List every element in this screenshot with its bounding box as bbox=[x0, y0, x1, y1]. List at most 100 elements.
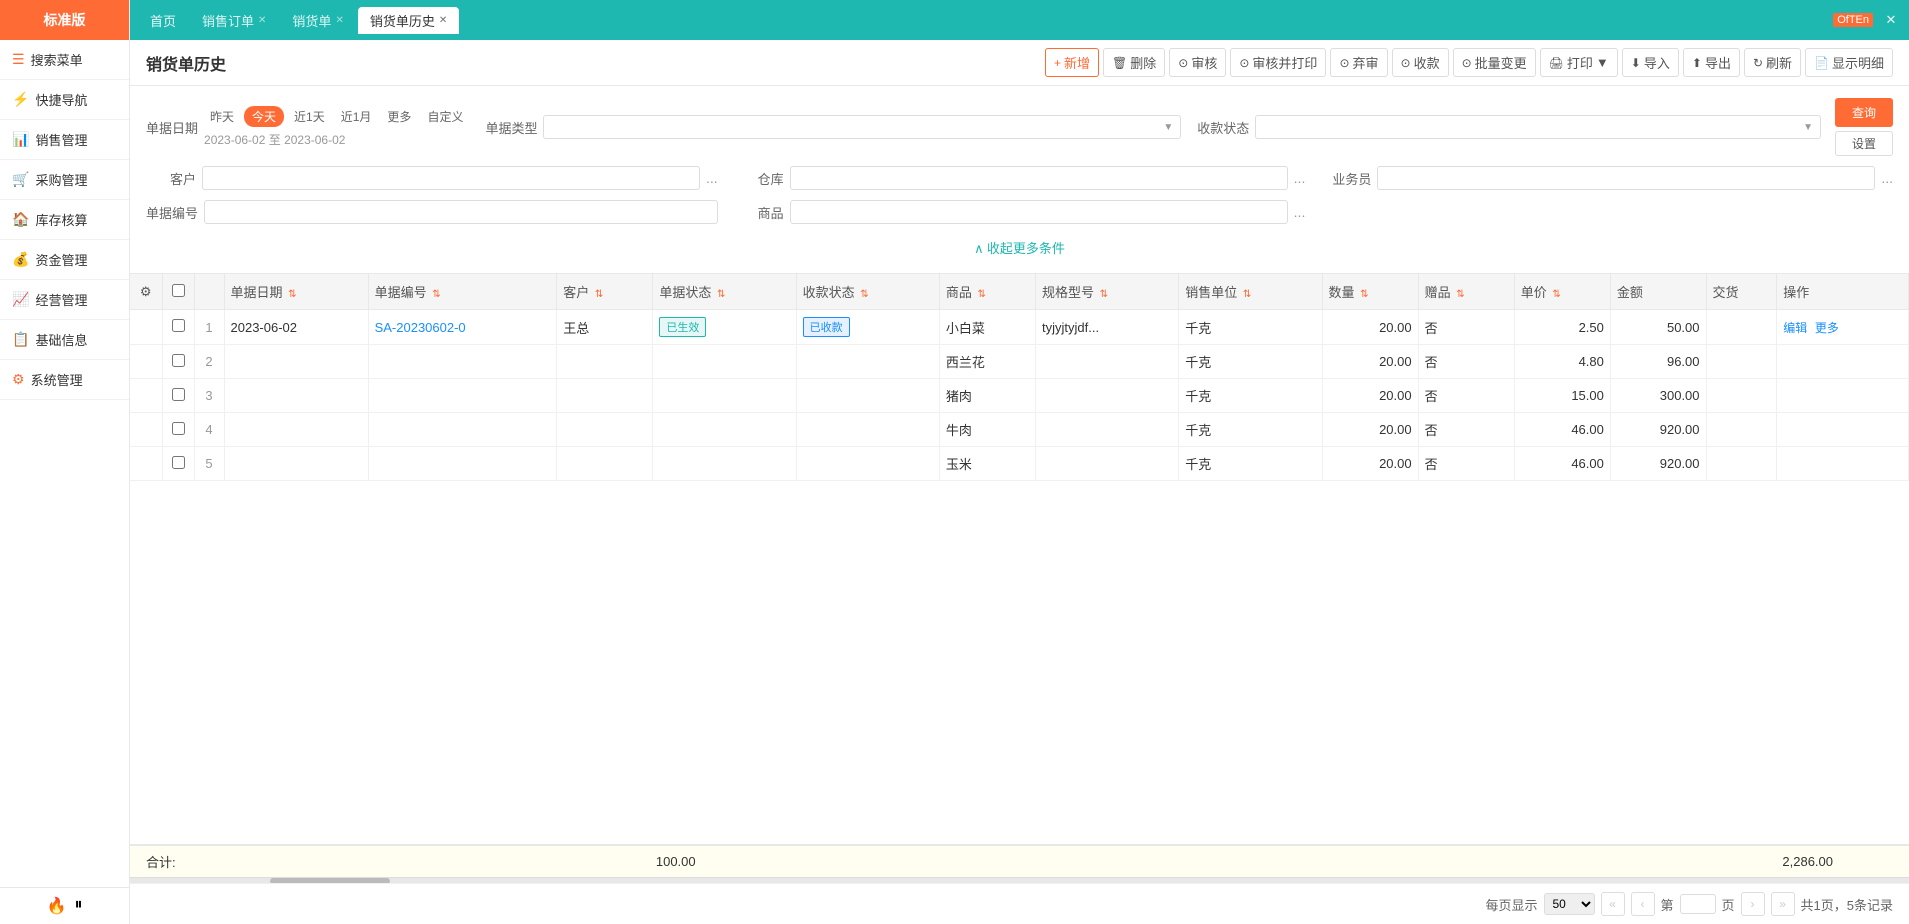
col-doc-date[interactable]: 单据日期 ⇅ bbox=[224, 274, 368, 310]
receive-button[interactable]: ⊙ 收款 bbox=[1392, 48, 1449, 77]
col-quantity[interactable]: 数量 ⇅ bbox=[1322, 274, 1418, 310]
col-gift[interactable]: 赠品 ⇅ bbox=[1418, 274, 1514, 310]
show-detail-button[interactable]: 📄 显示明细 bbox=[1805, 48, 1893, 77]
row-num-cell: 4 bbox=[194, 413, 224, 447]
sort-spec-icon: ⇅ bbox=[1100, 289, 1108, 300]
pause-icon[interactable]: ⏸ bbox=[74, 896, 82, 916]
date-custom[interactable]: 自定义 bbox=[421, 106, 469, 127]
import-button[interactable]: ⬇ 导入 bbox=[1622, 48, 1679, 77]
abandon-button[interactable]: ⊙ 弃审 bbox=[1330, 48, 1387, 77]
row-checkbox[interactable] bbox=[172, 456, 185, 469]
customer-input[interactable] bbox=[202, 166, 700, 190]
sidebar-item-basic-info[interactable]: 📋 基础信息 bbox=[0, 320, 129, 360]
settings-cell bbox=[130, 379, 162, 413]
doc-type-label: 单据类型 bbox=[485, 118, 537, 137]
amount-cell: 920.00 bbox=[1610, 447, 1706, 481]
window-close-button[interactable]: ✕ bbox=[1881, 10, 1901, 30]
table-body: 1 2023-06-02 SA-20230602-0 王总 已生效 已收款 小白… bbox=[130, 310, 1909, 481]
sidebar-item-operations[interactable]: 📈 经营管理 bbox=[0, 280, 129, 320]
fire-icon[interactable]: 🔥 bbox=[47, 896, 67, 916]
checkbox-cell bbox=[162, 345, 194, 379]
doc-type-select[interactable] bbox=[543, 115, 1181, 139]
refresh-button[interactable]: ↻ 刷新 bbox=[1744, 48, 1801, 77]
doc-no-input[interactable] bbox=[204, 200, 718, 224]
collapse-label: 收起更多条件 bbox=[987, 241, 1065, 256]
prev-page-button[interactable]: ‹ bbox=[1631, 892, 1655, 916]
collapse-button[interactable]: ∧ 收起更多条件 bbox=[146, 234, 1893, 261]
sales-icon: 📊 bbox=[12, 131, 29, 148]
import-label: 导入 bbox=[1644, 53, 1670, 72]
filter-doc-no: 单据编号 bbox=[146, 200, 718, 224]
tab-sales-history[interactable]: 销货单历史 ✕ bbox=[358, 7, 459, 34]
sidebar-item-label: 经营管理 bbox=[35, 290, 87, 309]
col-doc-no[interactable]: 单据编号 ⇅ bbox=[368, 274, 557, 310]
warehouse-input[interactable] bbox=[790, 166, 1288, 190]
tab-sales-delivery-close[interactable]: ✕ bbox=[335, 15, 343, 26]
query-button[interactable]: 查询 bbox=[1835, 98, 1893, 127]
filter-goods: 商品 ... bbox=[734, 200, 1306, 224]
receive-status-select[interactable] bbox=[1255, 115, 1821, 139]
col-transaction: 交货 bbox=[1706, 274, 1777, 310]
date-1month[interactable]: 近1月 bbox=[335, 106, 378, 127]
print-button[interactable]: 🖨 打印 ▼ bbox=[1540, 48, 1618, 77]
date-more[interactable]: 更多 bbox=[381, 106, 417, 127]
unit-price-cell: 15.00 bbox=[1514, 379, 1610, 413]
date-1day[interactable]: 近1天 bbox=[288, 106, 331, 127]
new-button[interactable]: + 新增 bbox=[1045, 48, 1099, 77]
col-settings[interactable]: ⚙ bbox=[130, 274, 162, 310]
sort-price-icon: ⇅ bbox=[1552, 289, 1560, 300]
per-page-select[interactable]: 50 100 200 bbox=[1544, 893, 1595, 915]
export-button[interactable]: ⬆ 导出 bbox=[1683, 48, 1740, 77]
sidebar-item-purchase-mgmt[interactable]: 🛒 采购管理 bbox=[0, 160, 129, 200]
warehouse-picker[interactable]: ... bbox=[1294, 170, 1306, 186]
sidebar-item-inventory[interactable]: 🏠 库存核算 bbox=[0, 200, 129, 240]
next-page-button[interactable]: › bbox=[1741, 892, 1765, 916]
goods-picker[interactable]: ... bbox=[1294, 204, 1306, 220]
col-doc-status[interactable]: 单据状态 ⇅ bbox=[653, 274, 796, 310]
audit-print-icon: ⊙ bbox=[1239, 56, 1249, 70]
doc-no-cell bbox=[368, 379, 557, 413]
customer-picker[interactable]: ... bbox=[706, 170, 718, 186]
more-action[interactable]: 更多 bbox=[1815, 321, 1839, 335]
tab-home[interactable]: 首页 bbox=[138, 7, 188, 34]
salesperson-picker[interactable]: ... bbox=[1881, 170, 1893, 186]
col-receive-status[interactable]: 收款状态 ⇅ bbox=[796, 274, 939, 310]
row-checkbox[interactable] bbox=[172, 388, 185, 401]
select-all-checkbox[interactable] bbox=[172, 284, 185, 297]
date-today[interactable]: 今天 bbox=[244, 106, 284, 127]
delete-button[interactable]: 🗑 删除 bbox=[1103, 48, 1165, 77]
col-unit-price[interactable]: 单价 ⇅ bbox=[1514, 274, 1610, 310]
row-checkbox[interactable] bbox=[172, 422, 185, 435]
tab-sales-order-close[interactable]: ✕ bbox=[258, 15, 266, 26]
sidebar-item-sales-mgmt[interactable]: 📊 销售管理 bbox=[0, 120, 129, 160]
col-spec[interactable]: 规格型号 ⇅ bbox=[1036, 274, 1179, 310]
date-label: 单据日期 bbox=[146, 118, 198, 137]
page-number-input[interactable]: 1 bbox=[1680, 894, 1716, 914]
sidebar-item-quick-nav[interactable]: ⚡ 快捷导航 bbox=[0, 80, 129, 120]
goods-input[interactable] bbox=[790, 200, 1288, 224]
sidebar-item-finance[interactable]: 💰 资金管理 bbox=[0, 240, 129, 280]
row-checkbox[interactable] bbox=[172, 319, 185, 332]
col-sales-unit[interactable]: 销售单位 ⇅ bbox=[1179, 274, 1322, 310]
first-page-button[interactable]: « bbox=[1601, 892, 1625, 916]
audit-button[interactable]: ⊙ 审核 bbox=[1169, 48, 1226, 77]
col-goods[interactable]: 商品 ⇅ bbox=[939, 274, 1035, 310]
date-yesterday[interactable]: 昨天 bbox=[204, 106, 240, 127]
tab-sales-delivery[interactable]: 销货单 ✕ bbox=[280, 7, 355, 34]
edit-action[interactable]: 编辑 bbox=[1783, 321, 1807, 335]
sidebar-item-search-menu[interactable]: ☰ 搜索菜单 bbox=[0, 40, 129, 80]
tab-sales-history-close[interactable]: ✕ bbox=[439, 15, 447, 26]
tab-sales-order[interactable]: 销售订单 ✕ bbox=[190, 7, 278, 34]
checkbox-cell bbox=[162, 310, 194, 345]
batch-change-button[interactable]: ⊙ 批量变更 bbox=[1453, 48, 1536, 77]
col-customer[interactable]: 客户 ⇅ bbox=[557, 274, 653, 310]
audit-print-button[interactable]: ⊙ 审核并打印 bbox=[1230, 48, 1326, 77]
table-header-row: ⚙ 单据日期 ⇅ 单据编号 ⇅ bbox=[130, 274, 1909, 310]
last-page-button[interactable]: » bbox=[1771, 892, 1795, 916]
settings-button[interactable]: 设置 bbox=[1835, 131, 1893, 156]
sidebar-item-system-mgmt[interactable]: ⚙ 系统管理 bbox=[0, 360, 129, 400]
col-amount: 金额 bbox=[1610, 274, 1706, 310]
row-checkbox[interactable] bbox=[172, 354, 185, 367]
sort-doc-no-icon: ⇅ bbox=[432, 289, 440, 300]
salesperson-input[interactable] bbox=[1377, 166, 1875, 190]
